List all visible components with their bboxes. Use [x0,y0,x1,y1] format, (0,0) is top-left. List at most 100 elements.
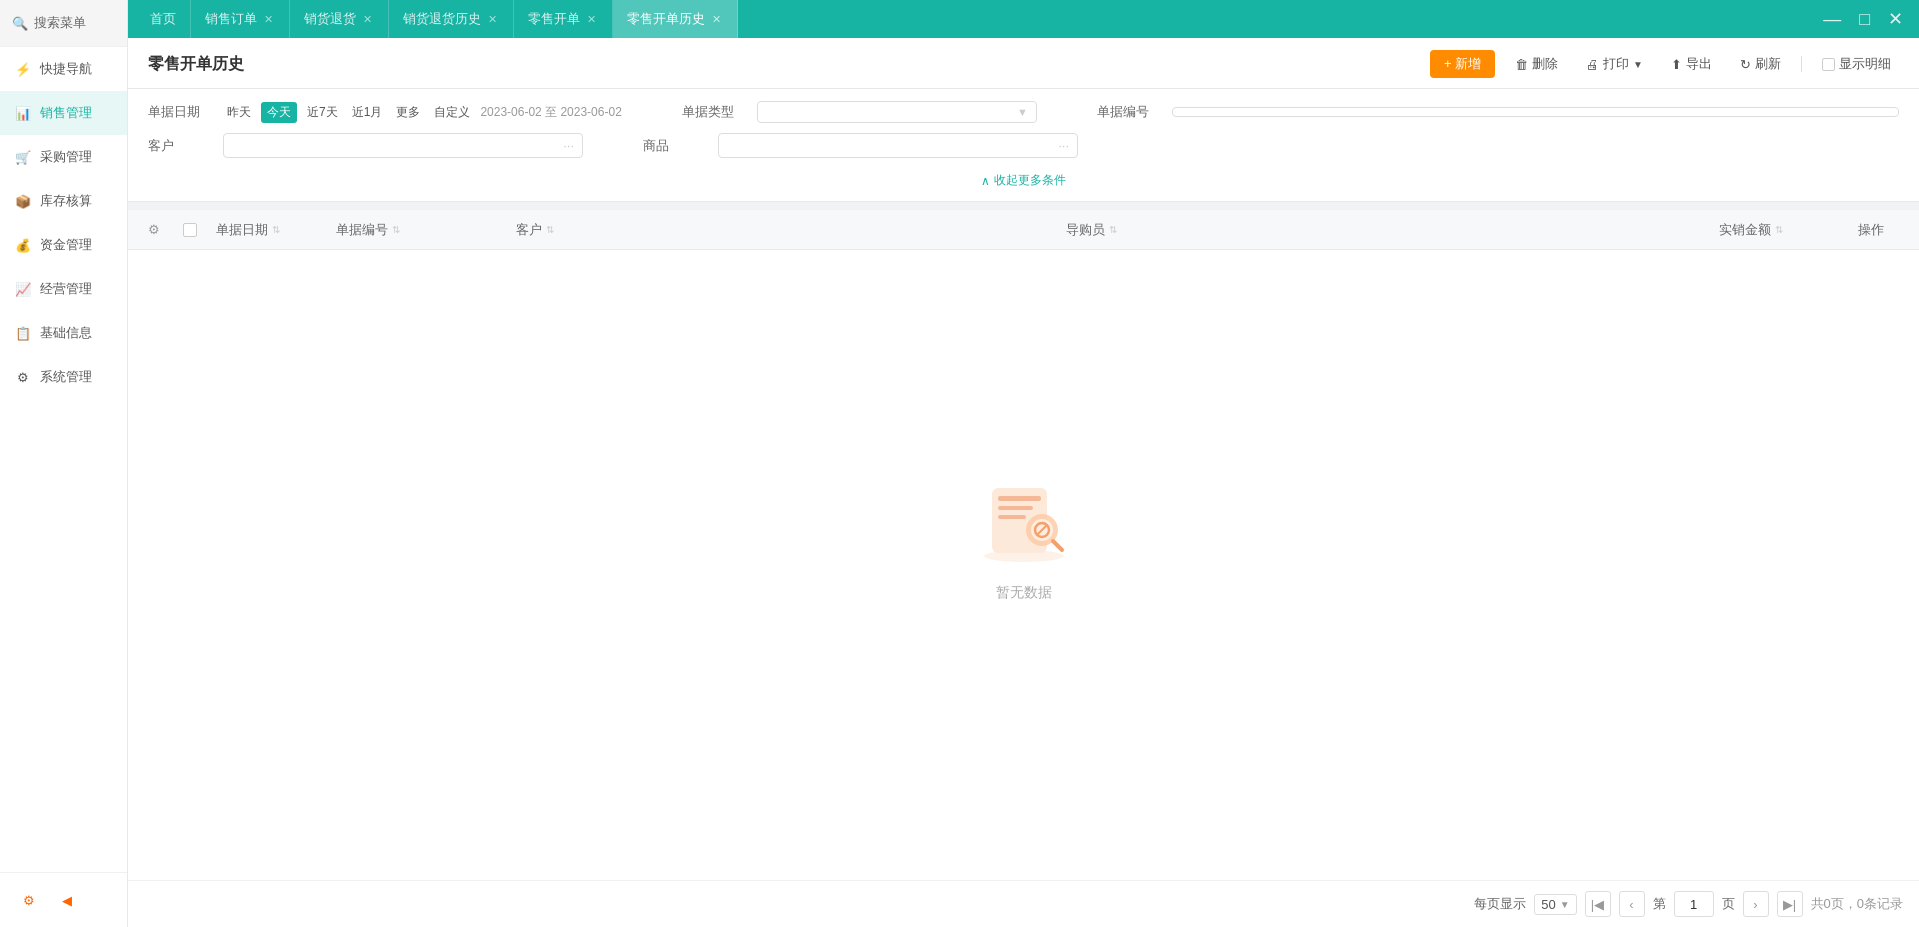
empty-illustration [964,468,1084,568]
tab-sales-return-history-close[interactable]: ✕ [486,12,499,27]
display-detail-btn[interactable]: 显示明细 [1814,51,1899,77]
export-label: 导出 [1686,55,1712,73]
page-size-select[interactable]: 50 ▼ [1534,894,1576,915]
date-shortcut-yesterday[interactable]: 昨天 [223,102,255,123]
first-page-btn[interactable]: |◀ [1585,891,1611,917]
settings-footer-btn[interactable]: ⚙ [14,885,44,915]
date-shortcut-1month[interactable]: 近1月 [348,102,387,123]
delete-label: 删除 [1532,55,1558,73]
refresh-label: 刷新 [1755,55,1781,73]
page-title: 零售开单历史 [148,54,244,75]
tab-retail-open-history-label: 零售开单历史 [627,10,705,28]
window-minimize-btn[interactable]: — [1819,7,1845,32]
next-page-btn[interactable]: › [1743,891,1769,917]
customer-filter-input[interactable]: ··· [223,133,583,158]
date-shortcuts: 昨天 今天 近7天 近1月 更多 自定义 2023-06-02 至 2023-0… [223,102,622,123]
tab-retail-open[interactable]: 零售开单 ✕ [514,0,613,38]
th-date[interactable]: 单据日期 ⇅ [208,221,328,239]
tab-sales-order[interactable]: 销售订单 ✕ [191,0,290,38]
th-date-label: 单据日期 [216,221,268,239]
all-checkbox[interactable] [183,223,197,237]
column-settings-btn[interactable]: ⚙ [136,222,172,237]
sidebar: 🔍 搜索菜单 ⚡ 快捷导航 📊 销售管理 🛒 采购管理 📦 库存核算 💰 资金管… [0,0,128,927]
goods-filter-input[interactable]: ··· [718,133,1078,158]
customer-filter-label: 客户 [148,137,203,155]
operations-icon: 📈 [14,280,32,298]
date-shortcut-today[interactable]: 今天 [261,102,297,123]
window-maximize-btn[interactable]: □ [1855,7,1874,32]
finance-icon: 💰 [14,236,32,254]
th-num[interactable]: 单据编号 ⇅ [328,221,508,239]
filter-row-date: 单据日期 昨天 今天 近7天 近1月 更多 自定义 2023-06-02 至 2… [148,101,1899,123]
th-customer[interactable]: 客户 ⇅ [508,221,1058,239]
sidebar-item-operations[interactable]: 📈 经营管理 [0,267,127,311]
sidebar-item-sys-mgmt[interactable]: ⚙ 系统管理 [0,355,127,399]
export-button[interactable]: ⬆ 导出 [1663,51,1720,77]
delete-button[interactable]: 🗑 删除 [1507,51,1566,77]
window-close-btn[interactable]: ✕ [1884,6,1907,32]
export-icon: ⬆ [1671,57,1682,72]
th-guide-label: 导购员 [1066,221,1105,239]
content-area: 零售开单历史 + 新增 🗑 删除 🖨 打印 ▼ ⬆ [128,38,1919,927]
basic-info-icon: 📋 [14,324,32,342]
tab-sales-return-history[interactable]: 销货退货历史 ✕ [389,0,514,38]
tab-home[interactable]: 首页 [136,0,191,38]
tab-retail-open-label: 零售开单 [528,10,580,28]
toolbar-divider [1801,56,1802,72]
svg-rect-2 [998,496,1041,501]
search-menu-btn[interactable]: 🔍 搜索菜单 [0,0,127,47]
svg-rect-4 [998,515,1026,519]
date-shortcut-custom[interactable]: 自定义 [430,102,474,123]
sidebar-item-purchase-mgmt[interactable]: 🛒 采购管理 [0,135,127,179]
prev-page-icon: ‹ [1629,897,1633,912]
tab-sales-return[interactable]: 销货退货 ✕ [290,0,389,38]
filter-row-customer: 客户 ··· 商品 ··· [148,133,1899,158]
print-dropdown-icon: ▼ [1633,59,1643,70]
page-word-pre: 第 [1653,895,1666,913]
current-page-input[interactable]: 1 [1674,891,1714,917]
sidebar-item-label: 快捷导航 [40,60,92,78]
sidebar-item-label: 资金管理 [40,236,92,254]
last-page-icon: ▶| [1783,897,1796,912]
sidebar-item-inventory[interactable]: 📦 库存核算 [0,179,127,223]
sidebar-item-quick-nav[interactable]: ⚡ 快捷导航 [0,47,127,91]
table-area: ⚙ 单据日期 ⇅ 单据编号 ⇅ 客户 ⇅ 导购员 ⇅ [128,210,1919,927]
goods-dots-icon: ··· [1058,138,1069,153]
add-button[interactable]: + 新增 [1430,50,1495,78]
th-amount-label: 实销金额 [1719,221,1771,239]
display-detail-label: 显示明细 [1839,55,1891,73]
sidebar-item-label: 采购管理 [40,148,92,166]
th-num-label: 单据编号 [336,221,388,239]
print-button[interactable]: 🖨 打印 ▼ [1578,51,1651,77]
type-filter-select[interactable]: ▼ [757,101,1037,123]
type-filter-dropdown-icon: ▼ [1017,106,1028,118]
date-shortcut-more[interactable]: 更多 [392,102,424,123]
collapse-filter-btn[interactable]: ∧ 收起更多条件 [981,172,1066,189]
collapse-sidebar-icon: ◀ [62,893,72,908]
tab-retail-open-history-close[interactable]: ✕ [710,12,723,27]
num-filter-input[interactable] [1172,107,1899,117]
sidebar-item-basic-info[interactable]: 📋 基础信息 [0,311,127,355]
th-amount[interactable]: 实销金额 ⇅ [1711,221,1831,239]
tab-retail-open-close[interactable]: ✕ [585,12,598,27]
th-guide[interactable]: 导购员 ⇅ [1058,221,1178,239]
toolbar: + 新增 🗑 删除 🖨 打印 ▼ ⬆ 导出 [1430,50,1899,78]
tab-sales-return-history-label: 销货退货历史 [403,10,481,28]
num-filter-label: 单据编号 [1097,103,1152,121]
th-guide-sort-icon: ⇅ [1109,224,1117,235]
tab-sales-return-close[interactable]: ✕ [361,12,374,27]
sidebar-item-sales-mgmt[interactable]: 📊 销售管理 [0,91,127,135]
total-info: 共0页，0条记录 [1811,895,1903,913]
refresh-button[interactable]: ↻ 刷新 [1732,51,1789,77]
collapse-sidebar-btn[interactable]: ◀ [52,885,82,915]
page-size-value: 50 [1541,897,1555,912]
sidebar-item-finance[interactable]: 💰 资金管理 [0,223,127,267]
prev-page-btn[interactable]: ‹ [1619,891,1645,917]
select-all-checkbox[interactable] [172,223,208,237]
last-page-btn[interactable]: ▶| [1777,891,1803,917]
th-op: 操作 [1831,221,1911,239]
date-shortcut-7days[interactable]: 近7天 [303,102,342,123]
tab-sales-order-close[interactable]: ✕ [262,12,275,27]
add-label: + 新增 [1444,55,1481,73]
tab-retail-open-history[interactable]: 零售开单历史 ✕ [613,0,738,38]
